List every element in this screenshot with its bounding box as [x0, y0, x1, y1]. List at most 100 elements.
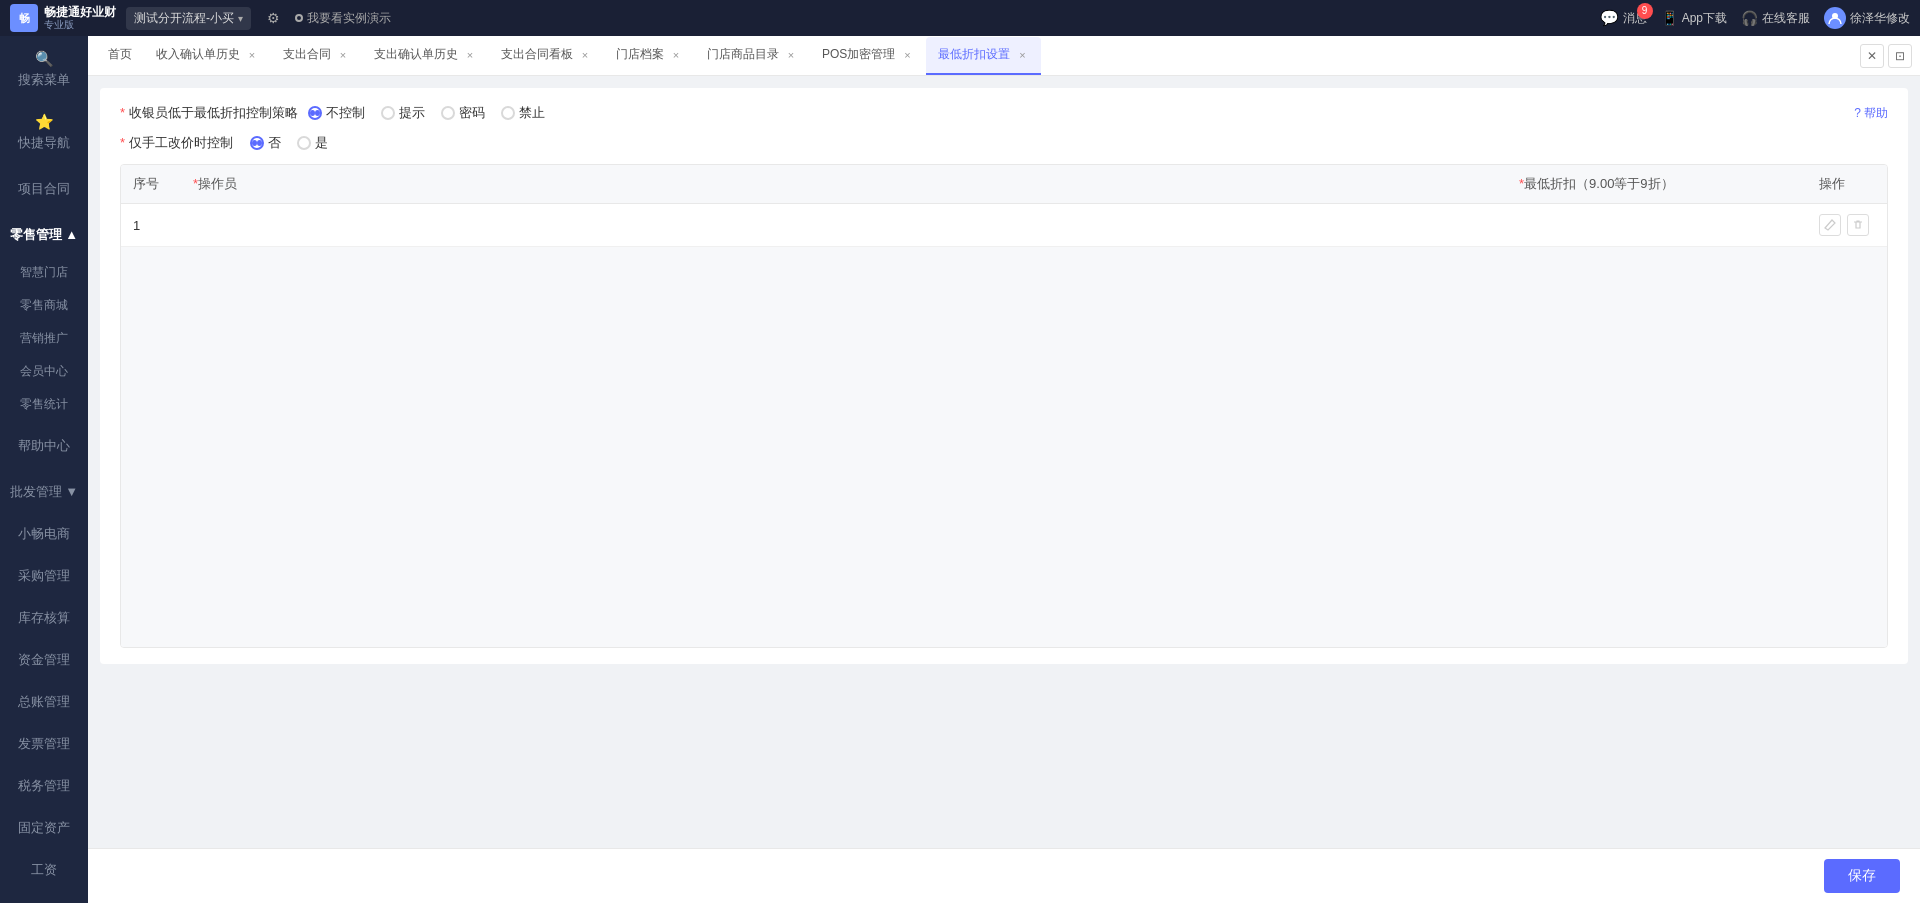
sidebar-item-marketing[interactable]: 营销推广 — [0, 322, 88, 355]
radio-manual-no[interactable]: 否 — [250, 134, 281, 152]
sidebar-item-salary[interactable]: 工资 — [0, 849, 88, 891]
settings-icon-btn[interactable]: ⚙ — [261, 6, 285, 30]
tab-pos-password-label: POS加密管理 — [822, 46, 895, 63]
sidebar-item-help-center[interactable]: 帮助中心 — [0, 425, 88, 467]
message-action[interactable]: 💬 消息 9 — [1600, 9, 1647, 27]
sidebar-item-purchase[interactable]: 采购管理 — [0, 555, 88, 597]
main-layout: 🔍 搜索菜单 ⭐ 快捷导航 项目合同 零售管理 ▲ 智慧门店 零售商城 营销推广… — [0, 36, 1920, 903]
demo-dot-icon — [295, 14, 303, 22]
th-actions: 操作 — [1807, 165, 1887, 203]
sidebar-item-ecommerce[interactable]: 小畅电商 — [0, 513, 88, 555]
demo-link[interactable]: 我要看实例演示 — [295, 10, 391, 27]
sidebar-bottom: ⚙ — [0, 891, 88, 903]
sidebar-item-retail-mall[interactable]: 零售商城 — [0, 289, 88, 322]
tab-store-product-close[interactable]: × — [784, 48, 798, 62]
sidebar-item-project-contract-label: 项目合同 — [4, 180, 84, 198]
page-content: * 收银员低于最低折扣控制策略 不控制 提示 — [88, 76, 1920, 848]
tab-min-discount[interactable]: 最低折扣设置 × — [926, 37, 1041, 75]
online-service-label: 在线客服 — [1762, 10, 1810, 27]
project-arrow: ▾ — [238, 13, 243, 24]
sidebar-item-general-ledger-label: 总账管理 — [4, 693, 84, 711]
sidebar-item-member-center-label: 会员中心 — [4, 363, 84, 380]
radio-manual-no-icon — [250, 136, 264, 150]
tab-store-product[interactable]: 门店商品目录 × — [695, 37, 810, 75]
tab-pos-password-close[interactable]: × — [900, 48, 914, 62]
sidebar-item-tax[interactable]: 税务管理 — [0, 765, 88, 807]
cashier-control-row: * 收银员低于最低折扣控制策略 不控制 提示 — [120, 104, 1888, 122]
top-header: 畅 畅捷通好业财 专业版 测试分开流程-小买 ▾ ⚙ 我要看实例演示 💬 消息 … — [0, 0, 1920, 36]
tab-bar: 首页 收入确认单历史 × 支出合同 × 支出确认单历史 × 支出合同看板 × 门… — [88, 36, 1920, 76]
sidebar-item-quick-nav-label: 快捷导航 — [4, 134, 84, 152]
row-action-edit-btn-1[interactable] — [1819, 214, 1841, 236]
tab-income-history[interactable]: 收入确认单历史 × — [144, 37, 271, 75]
logo-text: 畅捷通好业财 专业版 — [44, 5, 116, 31]
tab-store-file-label: 门店档案 — [616, 46, 664, 63]
tab-payment-confirm-history-label: 支出确认单历史 — [374, 46, 458, 63]
app-download-action[interactable]: 📱 App下载 — [1661, 10, 1727, 27]
sidebar-item-retail-stats-label: 零售统计 — [4, 396, 84, 413]
online-service-action[interactable]: 🎧 在线客服 — [1741, 10, 1810, 27]
radio-remind-icon — [381, 106, 395, 120]
td-operator-1 — [181, 204, 1507, 246]
table-header: 序号 *操作员 *最低折扣（9.00等于9折） 操作 — [121, 165, 1887, 204]
cashier-control-radio-group: 不控制 提示 密码 禁止 — [308, 104, 545, 122]
tab-payment-contract-board-label: 支出合同看板 — [501, 46, 573, 63]
sidebar-item-help-center-label: 帮助中心 — [4, 437, 84, 455]
sidebar-item-ecommerce-label: 小畅电商 — [4, 525, 84, 543]
tab-payment-confirm-history[interactable]: 支出确认单历史 × — [362, 37, 489, 75]
sidebar-item-fixed-assets[interactable]: 固定资产 — [0, 807, 88, 849]
radio-no-control[interactable]: 不控制 — [308, 104, 365, 122]
tab-store-file-close[interactable]: × — [669, 48, 683, 62]
sidebar-item-finance[interactable]: 资金管理 — [0, 639, 88, 681]
radio-remind[interactable]: 提示 — [381, 104, 425, 122]
sidebar-item-inventory-label: 库存核算 — [4, 609, 84, 627]
table-row: 1 — [121, 204, 1887, 247]
tab-payment-contract-close[interactable]: × — [336, 48, 350, 62]
save-button[interactable]: 保存 — [1824, 859, 1900, 893]
header-left: 畅 畅捷通好业财 专业版 测试分开流程-小买 ▾ ⚙ 我要看实例演示 — [10, 4, 391, 32]
cashier-control-label: * 收银员低于最低折扣控制策略 — [120, 104, 298, 122]
tab-pos-password[interactable]: POS加密管理 × — [810, 37, 926, 75]
tab-close-all-btn[interactable]: ✕ — [1860, 44, 1884, 68]
tab-min-discount-close[interactable]: × — [1015, 48, 1029, 62]
help-icon: ? — [1854, 106, 1861, 120]
tab-maximize-btn[interactable]: ⊡ — [1888, 44, 1912, 68]
sidebar-item-quick-nav[interactable]: ⭐ 快捷导航 — [0, 101, 88, 164]
tab-home[interactable]: 首页 — [96, 37, 144, 75]
logo-main-text: 畅捷通好业财 — [44, 5, 116, 19]
sidebar-item-retail-stats[interactable]: 零售统计 — [0, 388, 88, 421]
tab-income-history-close[interactable]: × — [245, 48, 259, 62]
tab-payment-confirm-history-close[interactable]: × — [463, 48, 477, 62]
tab-payment-contract[interactable]: 支出合同 × — [271, 37, 362, 75]
sidebar-item-smart-store[interactable]: 智慧门店 — [0, 256, 88, 289]
sidebar-item-salary-label: 工资 — [4, 861, 84, 879]
help-label: 帮助 — [1864, 105, 1888, 122]
sidebar-item-search[interactable]: 🔍 搜索菜单 — [0, 36, 88, 101]
content-area: 首页 收入确认单历史 × 支出合同 × 支出确认单历史 × 支出合同看板 × 门… — [88, 36, 1920, 903]
radio-forbid[interactable]: 禁止 — [501, 104, 545, 122]
radio-manual-yes[interactable]: 是 — [297, 134, 328, 152]
user-area[interactable]: 徐泽华修改 — [1824, 7, 1910, 29]
sidebar-item-retail[interactable]: 零售管理 ▲ — [0, 214, 88, 256]
sidebar-item-purchase-label: 采购管理 — [4, 567, 84, 585]
radio-password[interactable]: 密码 — [441, 104, 485, 122]
sidebar-item-wholesale[interactable]: 批发管理 ▼ — [0, 471, 88, 513]
sidebar-item-inventory[interactable]: 库存核算 — [0, 597, 88, 639]
tab-payment-contract-board[interactable]: 支出合同看板 × — [489, 37, 604, 75]
app-download-label: App下载 — [1682, 10, 1727, 27]
header-right: 💬 消息 9 📱 App下载 🎧 在线客服 徐泽华修改 — [1600, 7, 1910, 29]
radio-password-icon — [441, 106, 455, 120]
help-link[interactable]: ? 帮助 — [1854, 105, 1888, 122]
logo-sub-text: 专业版 — [44, 19, 116, 31]
project-selector[interactable]: 测试分开流程-小买 ▾ — [126, 7, 251, 30]
sidebar-item-invoice[interactable]: 发票管理 — [0, 723, 88, 765]
tab-store-file[interactable]: 门店档案 × — [604, 37, 695, 75]
sidebar-item-project-contract[interactable]: 项目合同 — [0, 168, 88, 210]
row-action-delete-btn-1[interactable] — [1847, 214, 1869, 236]
sidebar-item-member-center[interactable]: 会员中心 — [0, 355, 88, 388]
manual-price-row: * 仅手工改价时控制 否 是 — [120, 134, 1888, 152]
th-operator: *操作员 — [181, 165, 1507, 203]
sidebar-item-tax-label: 税务管理 — [4, 777, 84, 795]
sidebar-item-general-ledger[interactable]: 总账管理 — [0, 681, 88, 723]
tab-payment-contract-board-close[interactable]: × — [578, 48, 592, 62]
